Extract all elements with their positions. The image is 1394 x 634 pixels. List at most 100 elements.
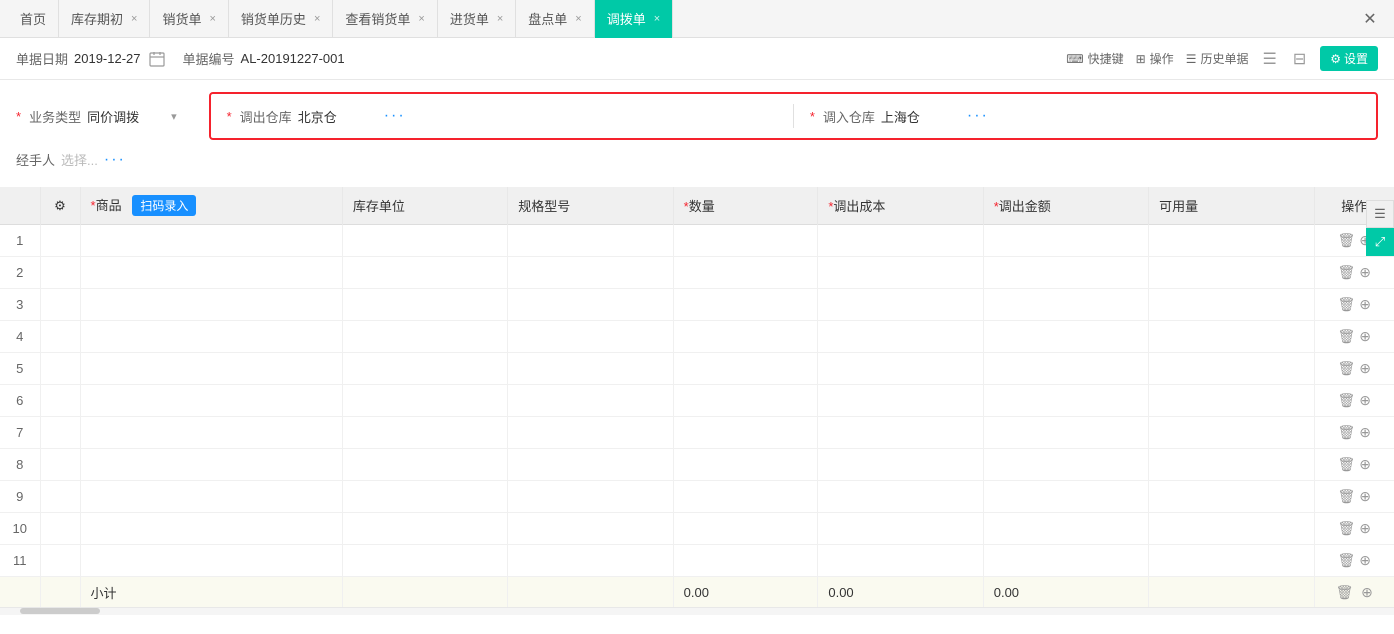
gear-icon[interactable]: ⚙ xyxy=(54,198,66,213)
copy-icon-7[interactable]: ⊕ xyxy=(1359,424,1371,440)
history-button[interactable]: ☰ 历史单据 xyxy=(1186,50,1249,67)
tab-view-sales[interactable]: 查看销货单 × xyxy=(333,0,437,38)
row-cost-5[interactable] xyxy=(818,353,983,385)
delete-icon-1[interactable]: 🗑 xyxy=(1337,232,1355,248)
col-gear-header[interactable]: ⚙ xyxy=(40,187,80,225)
row-cost-7[interactable] xyxy=(818,417,983,449)
tab-view-sales-close[interactable]: × xyxy=(418,13,424,25)
row-product-5[interactable] xyxy=(80,353,342,385)
subtotal-copy-icon[interactable]: ⊕ xyxy=(1361,584,1373,600)
row-amount-6[interactable] xyxy=(983,385,1148,417)
delete-icon-10[interactable]: 🗑 xyxy=(1337,520,1355,536)
row-product-2[interactable] xyxy=(80,257,342,289)
row-qty-4[interactable] xyxy=(673,321,818,353)
row-qty-7[interactable] xyxy=(673,417,818,449)
operate-button[interactable]: ⊞ 操作 xyxy=(1136,50,1174,67)
row-amount-2[interactable] xyxy=(983,257,1148,289)
row-product-10[interactable] xyxy=(80,513,342,545)
scrollbar-area[interactable] xyxy=(0,607,1394,615)
scrollbar-thumb[interactable] xyxy=(20,608,100,614)
row-amount-4[interactable] xyxy=(983,321,1148,353)
copy-icon-2[interactable]: ⊕ xyxy=(1359,264,1371,280)
row-gear-1[interactable] xyxy=(40,225,80,257)
row-cost-2[interactable] xyxy=(818,257,983,289)
row-product-8[interactable] xyxy=(80,449,342,481)
row-product-11[interactable] xyxy=(80,545,342,577)
delete-icon-7[interactable]: 🗑 xyxy=(1337,424,1355,440)
calendar-icon[interactable] xyxy=(147,49,167,69)
row-product-3[interactable] xyxy=(80,289,342,321)
copy-icon-9[interactable]: ⊕ xyxy=(1359,488,1371,504)
row-cost-10[interactable] xyxy=(818,513,983,545)
row-amount-11[interactable] xyxy=(983,545,1148,577)
row-cost-11[interactable] xyxy=(818,545,983,577)
row-product-1[interactable] xyxy=(80,225,342,257)
handler-dots[interactable]: ··· xyxy=(104,151,126,169)
layout-grid-icon[interactable]: ⊟ xyxy=(1291,47,1308,71)
shortcut-button[interactable]: ⌨ 快捷键 xyxy=(1066,50,1123,67)
row-qty-9[interactable] xyxy=(673,481,818,513)
row-amount-10[interactable] xyxy=(983,513,1148,545)
business-type-select[interactable]: 同价调拨 ▾ xyxy=(87,107,177,126)
tab-sales-order-close[interactable]: × xyxy=(209,13,215,25)
row-cost-4[interactable] xyxy=(818,321,983,353)
row-qty-8[interactable] xyxy=(673,449,818,481)
copy-icon-5[interactable]: ⊕ xyxy=(1359,360,1371,376)
row-gear-5[interactable] xyxy=(40,353,80,385)
row-product-9[interactable] xyxy=(80,481,342,513)
row-gear-2[interactable] xyxy=(40,257,80,289)
subtotal-delete-icon[interactable]: 🗑 xyxy=(1336,584,1354,600)
row-qty-3[interactable] xyxy=(673,289,818,321)
right-panel-list-btn[interactable]: ☰ xyxy=(1366,200,1394,228)
row-cost-3[interactable] xyxy=(818,289,983,321)
delete-icon-11[interactable]: 🗑 xyxy=(1337,552,1355,568)
row-amount-9[interactable] xyxy=(983,481,1148,513)
row-amount-7[interactable] xyxy=(983,417,1148,449)
copy-icon-10[interactable]: ⊕ xyxy=(1359,520,1371,536)
copy-icon-4[interactable]: ⊕ xyxy=(1359,328,1371,344)
tab-inventory-init-close[interactable]: × xyxy=(131,13,137,25)
delete-icon-5[interactable]: 🗑 xyxy=(1337,360,1355,376)
tab-sales-history[interactable]: 销货单历史 × xyxy=(229,0,333,38)
tab-inventory-init[interactable]: 库存期初 × xyxy=(59,0,150,38)
delete-icon-2[interactable]: 🗑 xyxy=(1337,264,1355,280)
tab-purchase[interactable]: 进货单 × xyxy=(438,0,516,38)
tab-sales-order[interactable]: 销货单 × xyxy=(150,0,228,38)
row-qty-1[interactable] xyxy=(673,225,818,257)
row-gear-10[interactable] xyxy=(40,513,80,545)
delete-icon-9[interactable]: 🗑 xyxy=(1337,488,1355,504)
row-amount-5[interactable] xyxy=(983,353,1148,385)
tab-purchase-close[interactable]: × xyxy=(497,13,503,25)
row-gear-4[interactable] xyxy=(40,321,80,353)
delete-icon-3[interactable]: 🗑 xyxy=(1337,296,1355,312)
warehouse-out-dots[interactable]: ··· xyxy=(384,107,406,125)
setting-button[interactable]: ⚙ 设置 xyxy=(1320,46,1378,71)
window-close-button[interactable]: ✕ xyxy=(1354,0,1386,38)
row-gear-6[interactable] xyxy=(40,385,80,417)
right-panel-expand-btn[interactable]: ⤢ xyxy=(1366,228,1394,256)
delete-icon-8[interactable]: 🗑 xyxy=(1337,456,1355,472)
copy-icon-8[interactable]: ⊕ xyxy=(1359,456,1371,472)
warehouse-in-dots[interactable]: ··· xyxy=(967,107,989,125)
row-qty-11[interactable] xyxy=(673,545,818,577)
tab-stocktake-close[interactable]: × xyxy=(575,13,581,25)
delete-icon-4[interactable]: 🗑 xyxy=(1337,328,1355,344)
row-product-6[interactable] xyxy=(80,385,342,417)
row-qty-10[interactable] xyxy=(673,513,818,545)
delete-icon-6[interactable]: 🗑 xyxy=(1337,392,1355,408)
row-cost-8[interactable] xyxy=(818,449,983,481)
row-gear-3[interactable] xyxy=(40,289,80,321)
row-amount-8[interactable] xyxy=(983,449,1148,481)
row-gear-9[interactable] xyxy=(40,481,80,513)
row-cost-6[interactable] xyxy=(818,385,983,417)
scan-button[interactable]: 扫码录入 xyxy=(132,195,196,216)
row-qty-6[interactable] xyxy=(673,385,818,417)
row-amount-1[interactable] xyxy=(983,225,1148,257)
row-gear-8[interactable] xyxy=(40,449,80,481)
row-product-7[interactable] xyxy=(80,417,342,449)
tab-transfer[interactable]: 调拨单 × xyxy=(595,0,673,38)
row-gear-7[interactable] xyxy=(40,417,80,449)
copy-icon-6[interactable]: ⊕ xyxy=(1359,392,1371,408)
row-amount-3[interactable] xyxy=(983,289,1148,321)
row-cost-9[interactable] xyxy=(818,481,983,513)
